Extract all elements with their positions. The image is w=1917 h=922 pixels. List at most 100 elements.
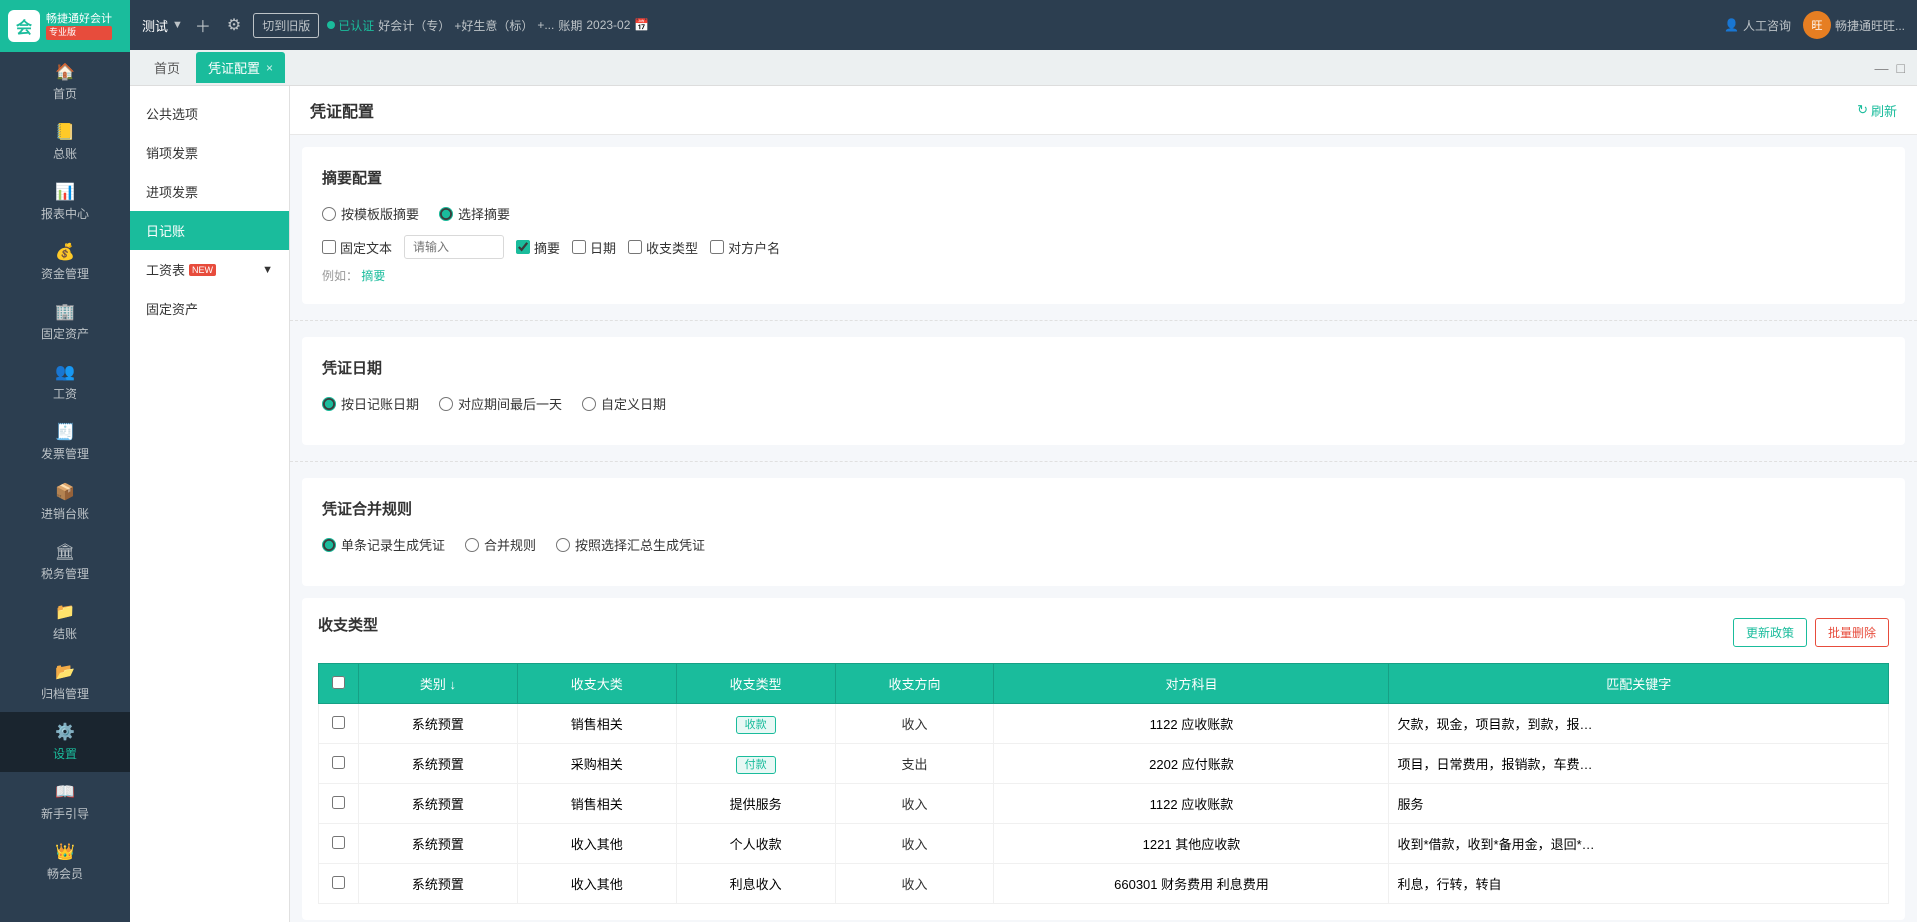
income-expense-table: 类别 ↓ 收支大类 收支类型 收支方向 对方科目 匹配关键字 系统预置 销售相关… [318,663,1889,904]
settings-icon: ⚙️ [55,722,75,742]
row-type: 提供服务 [676,784,835,824]
checkbox-fixed-text[interactable] [322,240,336,254]
row-type[interactable]: 收款 [676,704,835,744]
checkbox-summary-label[interactable]: 摘要 [516,238,560,257]
settings-gear-button[interactable]: ⚙ [223,13,245,37]
sidebar-item-funds[interactable]: 💰 资金管理 [0,232,130,292]
radio-period-last[interactable] [439,397,453,411]
radio-select[interactable] [439,207,453,221]
checkbox-date[interactable] [572,240,586,254]
close-tab-icon[interactable]: × [266,61,273,75]
sidebar-item-purchase-sales[interactable]: 📦 进销台账 [0,472,130,532]
radio-period-last-label[interactable]: 对应期间最后一天 [439,394,562,413]
add-button[interactable]: ＋ [191,11,215,39]
left-nav-sales-invoice[interactable]: 销项发票 [130,133,289,172]
tab-home[interactable]: 首页 [142,52,192,83]
tax-icon: 🏛 [55,542,75,562]
radio-single-label[interactable]: 单条记录生成凭证 [322,535,445,554]
radio-total[interactable] [556,538,570,552]
user-profile[interactable]: 旺 畅捷通旺旺... [1803,11,1905,39]
sidebar-item-invoices[interactable]: 🧾 发票管理 [0,412,130,472]
home-icon: 🏠 [55,62,75,82]
right-content: 凭证配置 ↻ 刷新 摘要配置 按模板版摘要 选择摘要 [290,86,1917,922]
row-account: 660301 财务费用 利息费用 [994,864,1389,904]
sidebar-item-settings[interactable]: ⚙️ 设置 [0,712,130,772]
radio-template[interactable] [322,207,336,221]
tab-voucher-config[interactable]: 凭证配置 × [196,52,285,83]
radio-diary-date[interactable] [322,397,336,411]
page-content: 公共选项 销项发票 进项发票 日记账 工资表 NEW ▼ 固定资产 [130,86,1917,922]
checkbox-counterparty-label[interactable]: 对方户名 [710,238,780,257]
batch-delete-button[interactable]: 批量删除 [1815,618,1889,647]
select-all-checkbox[interactable] [332,676,345,689]
maximize-button[interactable]: □ [1897,60,1905,76]
fixed-assets-icon: 🏢 [55,302,75,322]
calendar-icon[interactable]: 📅 [634,18,649,32]
voucher-date-radio-group: 按日记账日期 对应期间最后一天 自定义日期 [322,394,1885,413]
checkbox-summary[interactable] [516,240,530,254]
row-checkbox[interactable] [332,876,345,889]
left-nav: 公共选项 销项发票 进项发票 日记账 工资表 NEW ▼ 固定资产 [130,86,290,922]
radio-total-label[interactable]: 按照选择汇总生成凭证 [556,535,705,554]
new-badge: NEW [189,264,216,276]
col-checkbox [319,664,359,704]
summary-checkbox-row: 固定文本 摘要 日期 收支类型 [322,235,1885,259]
checkbox-fixed-text-label[interactable]: 固定文本 [322,238,392,257]
checkbox-date-label[interactable]: 日期 [572,238,616,257]
left-nav-purchase-invoice[interactable]: 进项发票 [130,172,289,211]
row-checkbox[interactable] [332,756,345,769]
checkbox-pay-type-label[interactable]: 收支类型 [628,238,698,257]
radio-merge[interactable] [465,538,479,552]
update-policy-button[interactable]: 更新政策 [1733,618,1807,647]
row-direction: 收入 [835,704,994,744]
payroll-chevron-icon: ▼ [262,264,273,276]
checkbox-pay-type[interactable] [628,240,642,254]
company-name[interactable]: 测试 ▼ [142,16,183,35]
type-badge[interactable]: 收款 [736,716,776,734]
ledger-icon: 📒 [55,122,75,142]
radio-custom-date-label[interactable]: 自定义日期 [582,394,666,413]
left-nav-public-options[interactable]: 公共选项 [130,94,289,133]
summary-config-title: 摘要配置 [322,167,1885,188]
sidebar-item-ledger[interactable]: 📒 总账 [0,112,130,172]
row-type[interactable]: 付款 [676,744,835,784]
switch-version-button[interactable]: 切到旧版 [253,13,319,38]
table-row: 系统预置 销售相关 提供服务 收入 1122 应收账款 服务 [319,784,1889,824]
row-checkbox[interactable] [332,716,345,729]
sidebar-item-guide[interactable]: 📖 新手引导 [0,772,130,832]
voucher-merge-section: 凭证合并规则 单条记录生成凭证 合并规则 按照选择汇总生成凭证 [302,478,1905,586]
sidebar-item-reports[interactable]: 📊 报表中心 [0,172,130,232]
row-checkbox[interactable] [332,836,345,849]
row-direction: 收入 [835,784,994,824]
left-nav-fixed-assets-sub[interactable]: 固定资产 [130,289,289,328]
sidebar-item-fixed-assets[interactable]: 🏢 固定资产 [0,292,130,352]
row-checkbox[interactable] [332,796,345,809]
type-badge[interactable]: 付款 [736,756,776,774]
left-nav-payroll-sheet[interactable]: 工资表 NEW ▼ [130,250,289,289]
member-icon: 👑 [55,842,75,862]
payroll-icon: 👥 [55,362,75,382]
radio-template-label[interactable]: 按模板版摘要 [322,204,419,223]
radio-merge-label[interactable]: 合并规则 [465,535,536,554]
radio-single[interactable] [322,538,336,552]
table-header-row: 类别 ↓ 收支大类 收支类型 收支方向 对方科目 匹配关键字 [319,664,1889,704]
refresh-icon: ↻ [1857,102,1868,118]
checkbox-counterparty[interactable] [710,240,724,254]
refresh-button[interactable]: ↻ 刷新 [1857,101,1897,120]
sidebar-item-tax[interactable]: 🏛 税务管理 [0,532,130,592]
sidebar-item-closing[interactable]: 📁 结账 [0,592,130,652]
help-link[interactable]: 👤 人工咨询 [1724,17,1791,34]
reports-icon: 📊 [55,182,75,202]
certified-tag: 已认证 [327,17,374,34]
company-chevron-icon: ▼ [172,19,183,31]
sidebar-item-archive[interactable]: 📂 归档管理 [0,652,130,712]
sidebar-item-home[interactable]: 🏠 首页 [0,52,130,112]
sidebar-item-payroll[interactable]: 👥 工资 [0,352,130,412]
fixed-text-input[interactable] [404,235,504,259]
left-nav-journal[interactable]: 日记账 [130,211,289,250]
radio-custom-date[interactable] [582,397,596,411]
radio-diary-date-label[interactable]: 按日记账日期 [322,394,419,413]
radio-select-label[interactable]: 选择摘要 [439,204,510,223]
sidebar-item-member[interactable]: 👑 畅会员 [0,832,130,892]
minimize-button[interactable]: — [1875,60,1889,76]
